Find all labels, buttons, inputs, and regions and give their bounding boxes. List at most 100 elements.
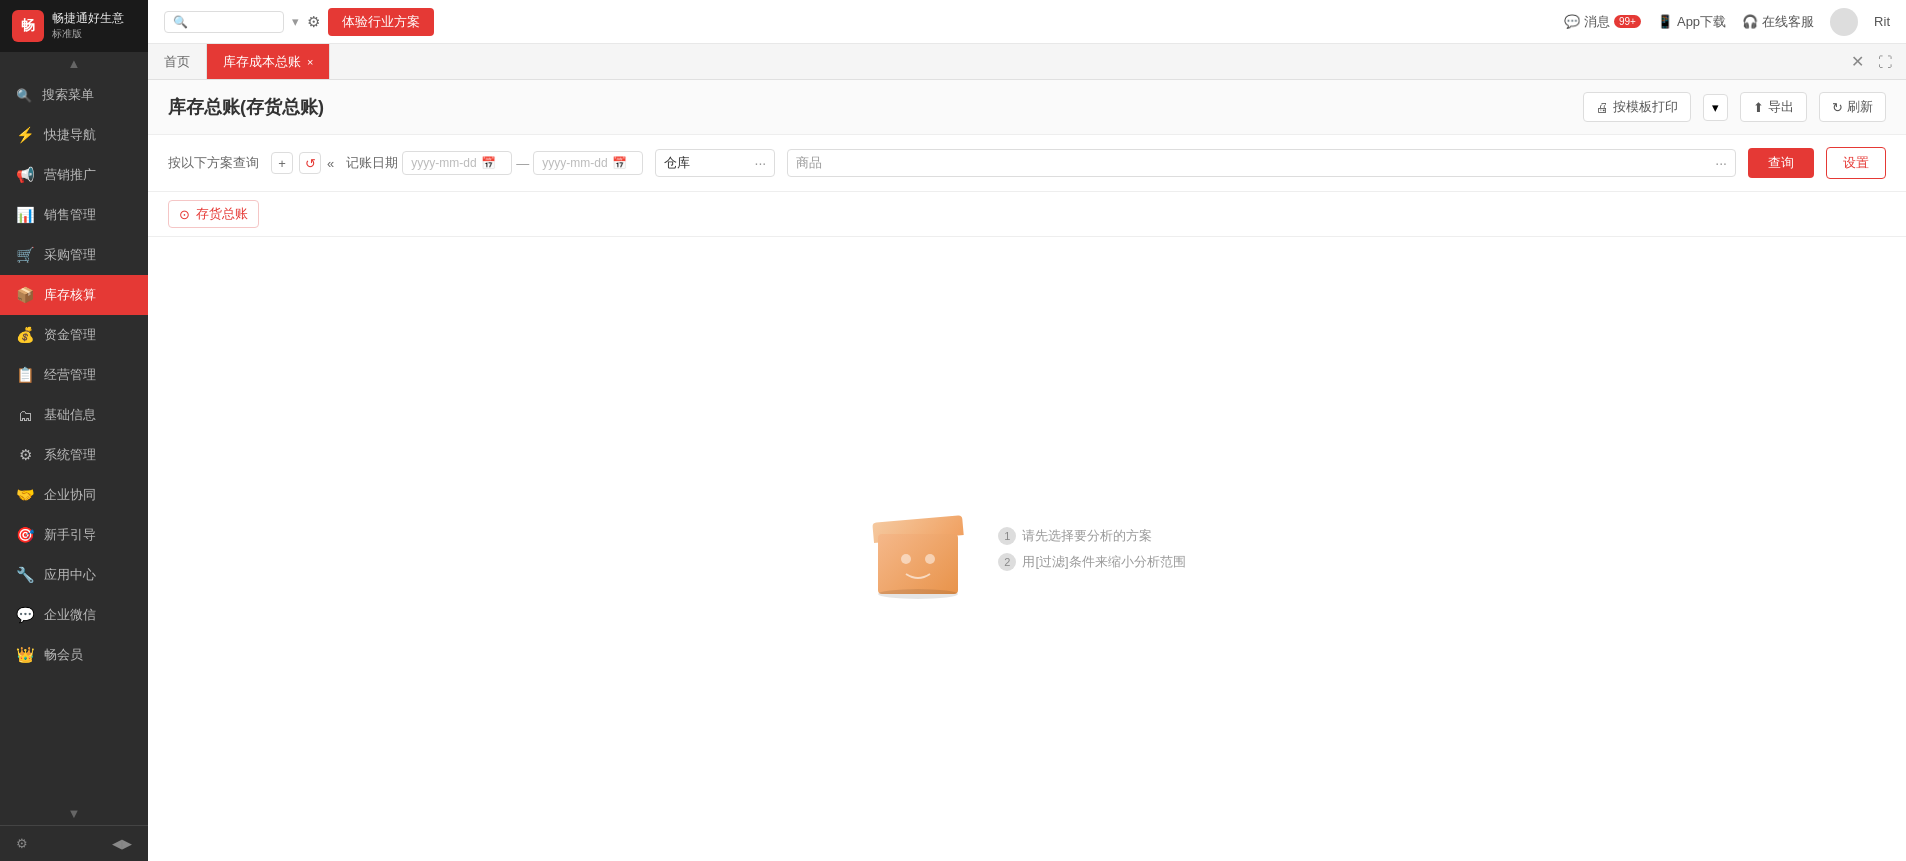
scroll-up[interactable]: ▲ (0, 52, 148, 75)
app-logo: 畅 畅捷通好生意 标准版 (0, 0, 148, 52)
sidebar-item-label-finance: 资金管理 (44, 326, 96, 344)
box-face-svg (878, 534, 958, 594)
sidebar: 畅 畅捷通好生意 标准版 ▲ 🔍 搜索菜单 ⚡ 快捷导航 📢 营销推广 📊 销售… (0, 0, 148, 861)
tabs-close-all-icon[interactable]: ✕ (1845, 50, 1870, 73)
sales-icon: 📊 (16, 206, 34, 224)
warehouse-more-icon[interactable]: ··· (755, 155, 767, 171)
settings-btn[interactable]: 设置 (1826, 147, 1886, 179)
system-icon: ⚙ (16, 446, 34, 464)
sidebar-item-sales[interactable]: 📊 销售管理 (0, 195, 148, 235)
user-name: Rit (1874, 14, 1890, 29)
topbar-right: 💬 消息 99+ 📱 App下载 🎧 在线客服 Rit (1564, 8, 1890, 36)
filter-row: 按以下方案查询 + ↺ « 记账日期 yyyy-mm-dd 📅 — (168, 147, 1886, 179)
svg-point-1 (925, 554, 935, 564)
chevron-down-icon: ▾ (1712, 100, 1719, 115)
online-service-btn[interactable]: 🎧 在线客服 (1742, 13, 1814, 31)
sidebar-item-wechat[interactable]: 💬 企业微信 (0, 595, 148, 635)
product-more-icon[interactable]: ··· (1715, 155, 1727, 171)
settings-icon[interactable]: ⚙ (16, 836, 28, 851)
sidebar-item-operation[interactable]: 📋 经营管理 (0, 355, 148, 395)
sidebar-item-system[interactable]: ⚙ 系统管理 (0, 435, 148, 475)
empty-tip-2: 2 用[过滤]条件来缩小分析范围 (998, 553, 1185, 571)
page-container: 库存总账(存货总账) 🖨 按模板打印 ▾ ⬆ 导出 ↻ 刷 (148, 80, 1906, 861)
scroll-down[interactable]: ▼ (0, 802, 148, 825)
empty-tip-2-text: 用[过滤]条件来缩小分析范围 (1022, 553, 1185, 571)
scheme-icon: ⊙ (179, 207, 190, 222)
sidebar-item-label-operation: 经营管理 (44, 366, 96, 384)
member-icon: 👑 (16, 646, 34, 664)
sidebar-item-label-sales: 销售管理 (44, 206, 96, 224)
sidebar-item-guide[interactable]: 🎯 新手引导 (0, 515, 148, 555)
message-btn[interactable]: 💬 消息 99+ (1564, 13, 1641, 31)
sidebar-item-basic[interactable]: 🗂 基础信息 (0, 395, 148, 435)
topbar-chevron-down-icon[interactable]: ▾ (292, 14, 299, 29)
export-btn[interactable]: ⬆ 导出 (1740, 92, 1807, 122)
app-badge: 标准版 (52, 27, 124, 41)
calendar-to-icon[interactable]: 📅 (612, 156, 627, 170)
tabs-expand-icon[interactable]: ⛶ (1872, 52, 1898, 72)
box-shadow (878, 589, 958, 599)
sidebar-item-label-apps: 应用中心 (44, 566, 96, 584)
date-to-input[interactable]: yyyy-mm-dd 📅 (533, 151, 643, 175)
filter-reset-btn[interactable]: ↺ (299, 152, 321, 174)
wechat-icon: 💬 (16, 606, 34, 624)
print-dropdown-btn[interactable]: ▾ (1703, 94, 1728, 121)
finance-icon: 💰 (16, 326, 34, 344)
user-avatar[interactable] (1830, 8, 1858, 36)
warehouse-select[interactable]: 仓库 ··· (655, 149, 775, 177)
refresh-icon: ↻ (1832, 100, 1843, 115)
sidebar-item-enterprise[interactable]: 🤝 企业协同 (0, 475, 148, 515)
guide-icon: 🎯 (16, 526, 34, 544)
sidebar-item-label-system: 系统管理 (44, 446, 96, 464)
sidebar-item-member[interactable]: 👑 畅会员 (0, 635, 148, 675)
inventory-icon: 📦 (16, 286, 34, 304)
calendar-from-icon[interactable]: 📅 (481, 156, 496, 170)
sidebar-item-quick-nav[interactable]: ⚡ 快捷导航 (0, 115, 148, 155)
print-btn[interactable]: 🖨 按模板打印 (1583, 92, 1691, 122)
message-badge: 99+ (1614, 15, 1641, 28)
sidebar-item-search[interactable]: 🔍 搜索菜单 (0, 75, 148, 115)
topbar-settings-icon[interactable]: ⚙ (307, 13, 320, 31)
product-label: 商品 (796, 154, 822, 172)
filter-area: 按以下方案查询 + ↺ « 记账日期 yyyy-mm-dd 📅 — (148, 135, 1906, 192)
svg-point-0 (901, 554, 911, 564)
tab-inventory-ledger[interactable]: 库存成本总账 × (207, 44, 330, 79)
sidebar-item-label-enterprise: 企业协同 (44, 486, 96, 504)
tabs-bar: 首页 库存成本总账 × ✕ ⛶ (148, 44, 1906, 80)
quick-nav-icon: ⚡ (16, 126, 34, 144)
app-download-btn[interactable]: 📱 App下载 (1657, 13, 1726, 31)
topbar-search-box[interactable]: 🔍 (164, 11, 284, 33)
topbar-left: 🔍 ▾ ⚙ 体验行业方案 (164, 8, 1554, 36)
sidebar-item-marketing[interactable]: 📢 营销推广 (0, 155, 148, 195)
sidebar-item-purchase[interactable]: 🛒 采购管理 (0, 235, 148, 275)
sidebar-item-apps[interactable]: 🔧 应用中心 (0, 555, 148, 595)
collapse-icon[interactable]: ◀▶ (112, 836, 132, 851)
export-icon: ⬆ (1753, 100, 1764, 115)
apps-icon: 🔧 (16, 566, 34, 584)
date-from-input[interactable]: yyyy-mm-dd 📅 (402, 151, 512, 175)
logo-icon: 畅 (12, 10, 44, 42)
filter-add-btn[interactable]: + (271, 152, 293, 174)
industry-btn[interactable]: 体验行业方案 (328, 8, 434, 36)
sidebar-item-inventory[interactable]: 📦 库存核算 (0, 275, 148, 315)
query-btn[interactable]: 查询 (1748, 148, 1814, 178)
print-btn-label: 按模板打印 (1613, 98, 1678, 116)
sidebar-item-label-guide: 新手引导 (44, 526, 96, 544)
sidebar-item-label-wechat: 企业微信 (44, 606, 96, 624)
tab-home[interactable]: 首页 (148, 44, 207, 79)
refresh-btn[interactable]: ↻ 刷新 (1819, 92, 1886, 122)
app-download-label: App下载 (1677, 13, 1726, 31)
date-range-wrap: 记账日期 yyyy-mm-dd 📅 — yyyy-mm-dd 📅 (346, 151, 643, 175)
scheme-item[interactable]: ⊙ 存货总账 (168, 200, 259, 228)
operation-icon: 📋 (16, 366, 34, 384)
filter-actions: + ↺ « (271, 152, 334, 174)
filter-collapse-icon[interactable]: « (327, 156, 334, 171)
warehouse-label: 仓库 (664, 154, 690, 172)
page-header-actions: 🖨 按模板打印 ▾ ⬆ 导出 ↻ 刷新 (1583, 92, 1886, 122)
purchase-icon: 🛒 (16, 246, 34, 264)
tab-close-icon[interactable]: × (307, 56, 313, 68)
home-tab-label: 首页 (164, 53, 190, 71)
sidebar-item-finance[interactable]: 💰 资金管理 (0, 315, 148, 355)
date-separator: — (516, 156, 529, 171)
product-select[interactable]: 商品 ··· (787, 149, 1736, 177)
